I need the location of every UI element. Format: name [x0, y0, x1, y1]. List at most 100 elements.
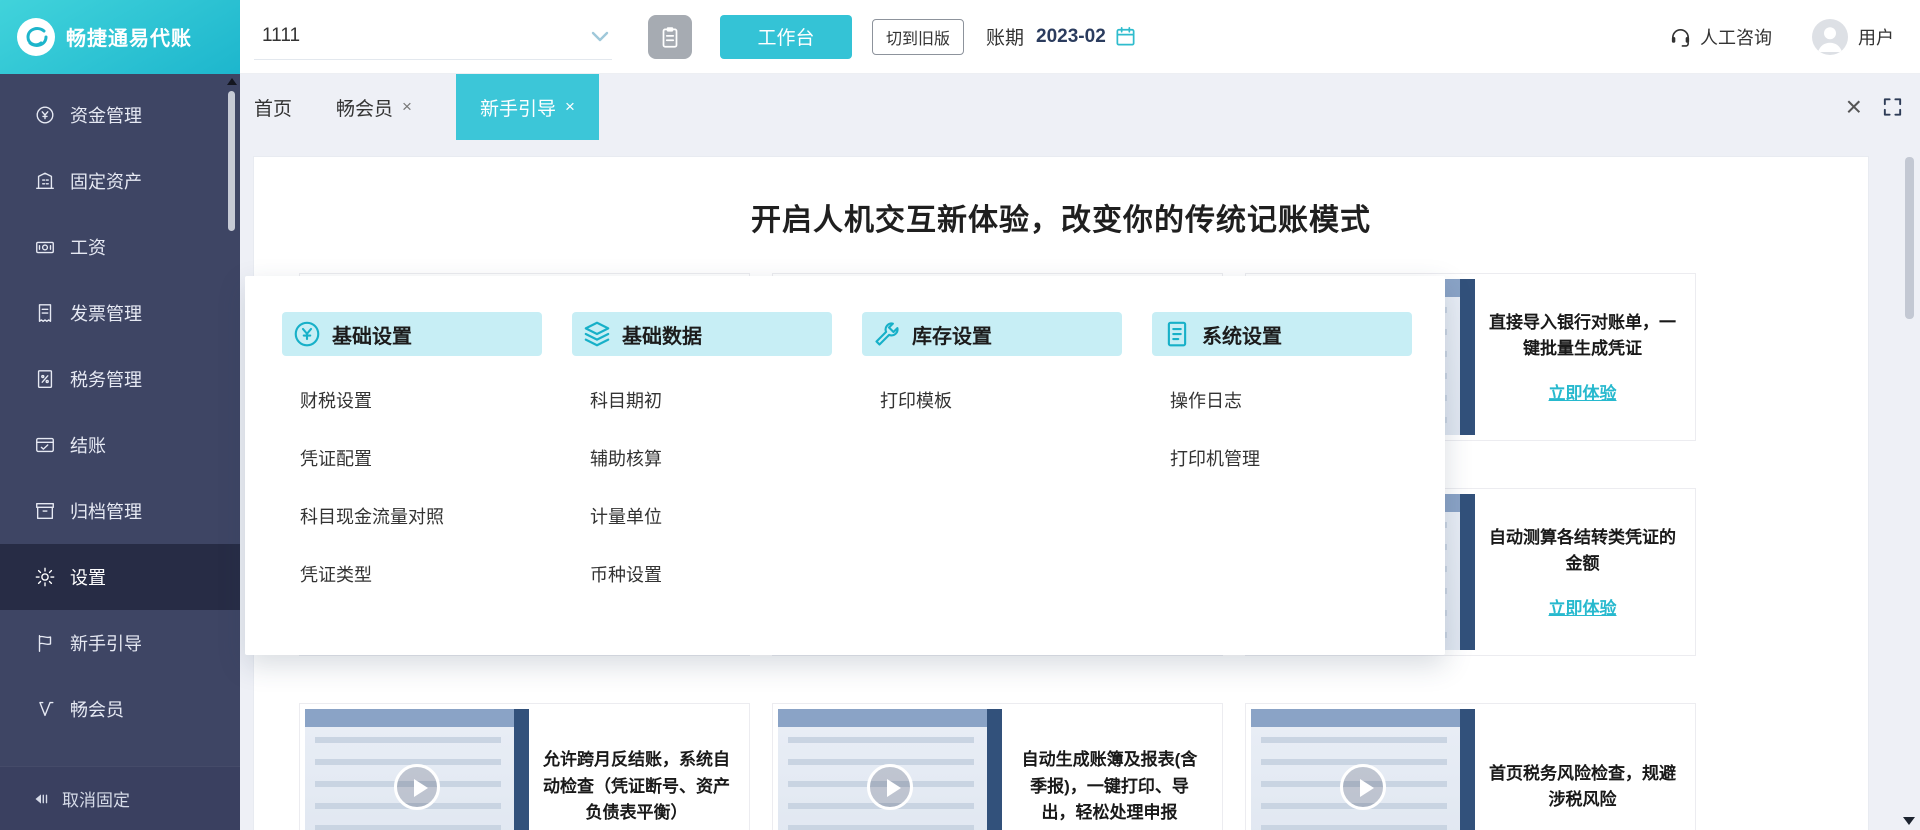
user-label: 用户: [1858, 27, 1894, 48]
video-thumbnail[interactable]: [1251, 709, 1475, 830]
video-thumbnail[interactable]: [305, 709, 529, 830]
tab-home[interactable]: 首页: [254, 74, 292, 140]
sidebar-item-archive[interactable]: 归档管理: [0, 478, 240, 544]
video-description: 自动生成账簿及报表(含季报)，一键打印、导出，轻松处理申报: [1021, 750, 1198, 823]
scroll-down-arrow-icon[interactable]: [1903, 817, 1915, 825]
sidebar-item-label: 新手引导: [70, 634, 142, 654]
menu-item[interactable]: 打印模板: [880, 372, 1122, 430]
close-tab-icon[interactable]: ×: [402, 97, 412, 117]
building-icon: [34, 170, 56, 192]
menu-section-header[interactable]: 基础数据: [572, 312, 832, 356]
tab-guide[interactable]: 新手引导 ×: [455, 74, 599, 140]
banknote-icon: [34, 236, 56, 258]
headset-icon: [1669, 25, 1692, 48]
thumb-header-bar: [1251, 709, 1475, 727]
avatar: [1812, 18, 1848, 55]
receipt-icon: [34, 302, 56, 324]
switch-old-version-button[interactable]: 切到旧版: [872, 18, 965, 55]
support-link[interactable]: 人工咨询: [1669, 24, 1772, 50]
try-now-link[interactable]: 立即体验: [1549, 379, 1617, 404]
menu-section-header[interactable]: 基础设置: [282, 312, 542, 356]
menu-item[interactable]: 操作日志: [1170, 372, 1412, 430]
menu-item[interactable]: 财税设置: [300, 372, 542, 430]
fullscreen-icon[interactable]: [1881, 96, 1904, 119]
sidebar-scrollbar-thumb[interactable]: [228, 91, 235, 231]
thumb-side-strip: [514, 709, 529, 830]
menu-section-title: 基础设置: [332, 325, 412, 348]
thumb-side-strip: [1460, 709, 1475, 830]
menu-item[interactable]: 科目现金流量对照: [300, 488, 542, 546]
workbench-button[interactable]: 工作台: [720, 14, 852, 59]
card-text: 自动测算各结转类凭证的金额立即体验: [1475, 494, 1690, 650]
thumb-side-strip: [987, 709, 1002, 830]
tab-label: 首页: [254, 98, 293, 120]
period-date-field[interactable]: 2023-02: [1036, 15, 1137, 59]
tab-label: 新手引导: [479, 98, 556, 120]
menu-item[interactable]: 凭证配置: [300, 430, 542, 488]
sidebar-item-label: 畅会员: [70, 700, 124, 720]
user-menu[interactable]: 用户: [1812, 18, 1894, 55]
brand: 畅捷通易代账: [0, 0, 240, 74]
menu-item[interactable]: 打印机管理: [1170, 430, 1412, 488]
play-button-icon[interactable]: [867, 764, 913, 810]
sidebar-item-salary[interactable]: 工资: [0, 214, 240, 280]
video-description: 首页税务风险检查，规避涉税风险: [1489, 763, 1676, 809]
sidebar-item-label: 发票管理: [70, 304, 142, 324]
unpin-icon: [30, 788, 52, 810]
play-button-icon[interactable]: [1340, 764, 1386, 810]
thumb-side-strip: [1460, 494, 1475, 650]
unpin-label: 取消固定: [62, 791, 130, 810]
sidebar-item-member[interactable]: 畅会员: [0, 676, 240, 742]
clipboard-button[interactable]: [648, 14, 692, 59]
sidebar-item-tax[interactable]: 税务管理: [0, 346, 240, 412]
sidebar-item-closing[interactable]: 结账: [0, 412, 240, 478]
card-text: 自动生成账簿及报表(含季报)，一键打印、导出，轻松处理申报: [1002, 709, 1217, 830]
try-now-link[interactable]: 立即体验: [1549, 594, 1617, 619]
sidebar-item-guide[interactable]: 新手引导: [0, 610, 240, 676]
video-thumbnail[interactable]: [778, 709, 1002, 830]
clipboard-icon: [657, 24, 683, 50]
brand-name: 畅捷通易代账: [66, 28, 192, 50]
menu-item-list: 财税设置 凭证配置 科目现金流量对照 凭证类型: [282, 372, 542, 604]
period-date-value: 2023-02: [1036, 25, 1106, 47]
video-description: 允许跨月反结账，系统自动检查（凭证断号、资产负债表平衡）: [543, 750, 730, 823]
unpin-button[interactable]: 取消固定: [0, 766, 240, 830]
video-card: 允许跨月反结账，系统自动检查（凭证断号、资产负债表平衡）: [299, 703, 750, 830]
layers-icon: [582, 319, 612, 349]
menu-item[interactable]: 科目期初: [590, 372, 832, 430]
menu-section-title: 系统设置: [1202, 325, 1282, 348]
thumb-header-bar: [778, 709, 1002, 727]
sidebar-scrollbar[interactable]: [227, 78, 237, 231]
scroll-up-arrow-icon[interactable]: [227, 78, 237, 85]
sidebar-item-funds[interactable]: 资金管理: [0, 82, 240, 148]
video-card: 首页税务风险检查，规避涉税风险: [1245, 703, 1696, 830]
settings-menu-columns: 基础设置 财税设置 凭证配置 科目现金流量对照 凭证类型 基础数据 科目期初 辅助核算 计量单位…: [282, 312, 1445, 604]
main-scrollbar[interactable]: [1903, 156, 1915, 830]
close-panel-icon[interactable]: ×: [1846, 93, 1862, 121]
wrench-icon: [872, 319, 902, 349]
menu-item[interactable]: 币种设置: [590, 546, 832, 604]
sidebar-item-fixed-assets[interactable]: 固定资产: [0, 148, 240, 214]
sidebar-nav: 资金管理固定资产 工资发票管理税务管理结账归档管理 设置新手引导畅会员: [0, 74, 240, 742]
sidebar-item-label: 资金管理: [70, 106, 142, 126]
video-description: 自动测算各结转类凭证的金额: [1489, 527, 1676, 573]
menu-item[interactable]: 辅助核算: [590, 430, 832, 488]
tab-member[interactable]: 畅会员 ×: [336, 74, 412, 140]
menu-section-basic-settings: 基础设置财税设置 凭证配置 科目现金流量对照 凭证类型: [282, 312, 542, 604]
card-text: 直接导入银行对账单，一键批量生成凭证 立即体验: [1475, 279, 1690, 435]
play-button-icon[interactable]: [394, 764, 440, 810]
sidebar-item-settings[interactable]: 设置: [0, 544, 240, 610]
card-text: 首页税务风险检查，规避涉税风险: [1475, 709, 1690, 830]
menu-section-header[interactable]: 系统设置: [1152, 312, 1412, 356]
menu-section-header[interactable]: 库存设置: [862, 312, 1122, 356]
close-tab-icon[interactable]: ×: [565, 97, 575, 117]
sidebar-item-label: 结账: [70, 436, 106, 456]
sidebar-item-invoice[interactable]: 发票管理: [0, 280, 240, 346]
main-scrollbar-thumb[interactable]: [1904, 157, 1914, 319]
calendar-icon: [1114, 25, 1137, 48]
menu-item-list: 操作日志 打印机管理: [1152, 372, 1412, 488]
company-select[interactable]: 1111: [254, 14, 612, 60]
menu-item[interactable]: 凭证类型: [300, 546, 542, 604]
page-title: 开启人机交互新体验，改变你的传统记账模式: [751, 204, 1371, 237]
menu-item[interactable]: 计量单位: [590, 488, 832, 546]
